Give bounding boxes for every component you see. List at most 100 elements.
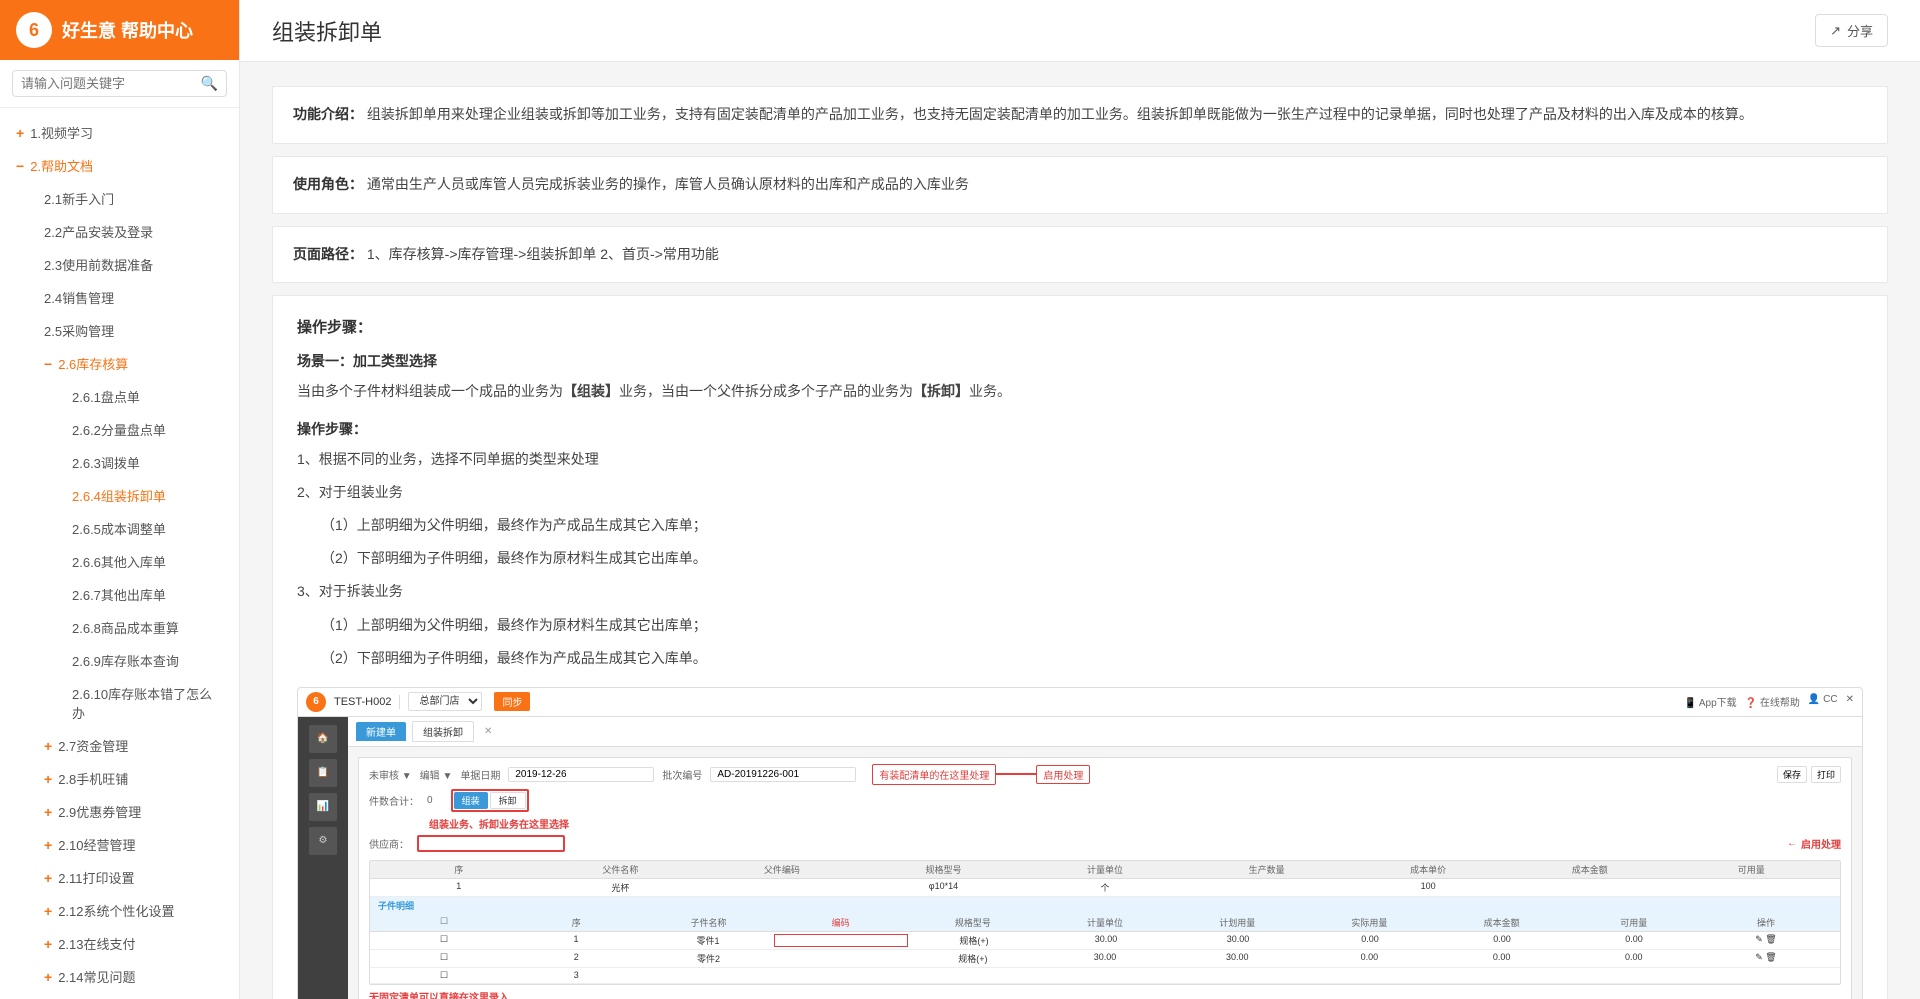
- expand-icon: +: [44, 870, 52, 886]
- assembly-keyword: 【组装】: [563, 383, 619, 399]
- collapse-icon: −: [44, 356, 52, 372]
- sidebar-item-print[interactable]: + 2.11打印设置: [28, 861, 239, 894]
- ss-date-input[interactable]: [508, 767, 654, 782]
- sidebar-item-other-in[interactable]: 2.6.6其他入库单: [56, 545, 239, 578]
- annotation3-group: 组装业务、拆卸业务在这里选择: [429, 816, 1841, 831]
- intro-block: 功能介绍： 组装拆卸单用来处理企业组装或拆卸等加工业务，支持有固定装配清单的产品…: [272, 86, 1888, 144]
- share-icon: ↗: [1830, 23, 1841, 39]
- ss-close-icon[interactable]: ✕: [1846, 694, 1854, 709]
- sub-table-row-1: ☐ 1 零件1 规格(+) 30.00 30.00 0.00: [370, 932, 1840, 950]
- sidebar-item-label: 2.4销售管理: [44, 288, 114, 307]
- sidebar-item-label: 2.6库存核算: [58, 354, 128, 373]
- sidebar-item-assembly[interactable]: 2.6.4组装拆卸单: [56, 479, 239, 512]
- sidebar-item-inventory[interactable]: − 2.6库存核算: [28, 347, 239, 380]
- expand-icon: +: [44, 738, 52, 754]
- ss-sub-col-actual: 实际用量: [1303, 916, 1435, 929]
- nav-sub-2: 2.1新手入门 2.2产品安装及登录 2.3使用前数据准备 2.4销售管理 2.…: [0, 182, 239, 999]
- sidebar-item-label: 2.7资金管理: [58, 736, 128, 755]
- ss-save-btn[interactable]: 保存: [1777, 766, 1807, 783]
- ss-batch-input[interactable]: [710, 767, 856, 782]
- ss-icons: 📱 App下载 ❓ 在线帮助 👤 CC ✕: [1684, 694, 1854, 709]
- disassembly-keyword: 【拆卸】: [913, 383, 969, 399]
- ss-gear-icon: ⚙: [309, 827, 337, 855]
- main-header: 组装拆卸单 ↗ 分享: [240, 0, 1920, 62]
- sidebar-item-cost-recalc[interactable]: 2.6.8商品成本重算: [56, 611, 239, 644]
- scene-desc: 当由多个子件材料组装成一个成品的业务为【组装】业务，当由一个父件拆分成多个子产品…: [297, 379, 1863, 404]
- sidebar-item-label: 2.14常见问题: [58, 967, 135, 986]
- sidebar-item-other-out[interactable]: 2.6.7其他出库单: [56, 578, 239, 611]
- ss-app-icon: 📱 App下载: [1684, 694, 1736, 709]
- sidebar-item-inventory-fix[interactable]: 2.6.10库存账本错了怎么办: [56, 677, 239, 729]
- search-input[interactable]: [21, 76, 201, 91]
- sidebar-item-mobile[interactable]: + 2.8手机旺铺: [28, 762, 239, 795]
- ss-cell-cost-price: 100: [1347, 881, 1509, 894]
- ss-cell-cost-amount: [1509, 881, 1671, 894]
- sidebar-item-install[interactable]: 2.2产品安装及登录: [28, 215, 239, 248]
- ss-sub-table-label: 子件明细: [370, 897, 1840, 914]
- ss-assembly-type-btn[interactable]: 组装: [454, 792, 488, 809]
- sub-table-row-2: ☐ 2 零件2 规格(+) 30.00 30.00 0.00: [370, 950, 1840, 968]
- ss-sub-col-avail: 可用量: [1568, 916, 1700, 929]
- sidebar-item-label: 2.帮助文档: [30, 156, 93, 175]
- ss-cell-spec: φ10*14: [863, 881, 1025, 894]
- sub-table-row-3: ☐ 3: [370, 968, 1840, 984]
- sidebar-item-faq[interactable]: + 2.14常见问题: [28, 960, 239, 993]
- search-wrap[interactable]: 🔍: [12, 70, 227, 97]
- sidebar-item-partial-stocktake[interactable]: 2.6.2分量盘点单: [56, 413, 239, 446]
- ss-list-icon: 📋: [309, 759, 337, 787]
- ss-tab-assembly[interactable]: 组装拆卸: [412, 721, 474, 742]
- ss-sub-col-code: 编码: [775, 916, 907, 929]
- sidebar-item-newbie[interactable]: 2.1新手入门: [28, 182, 239, 215]
- sidebar-item-label: 2.6.6其他入库单: [72, 552, 166, 571]
- ss-form-row-1: 未审核 ▼ 编辑 ▼ 单据日期 批次编号 有装配清单的在这里处理: [369, 764, 1841, 785]
- ss-cell-code: [701, 881, 863, 894]
- sidebar-item-operations[interactable]: + 2.10经营管理: [28, 828, 239, 861]
- sidebar-item-help-docs[interactable]: − 2.帮助文档: [0, 149, 239, 182]
- ss-type-selector: 组装 拆卸: [451, 789, 529, 812]
- sidebar-item-video-learning[interactable]: + 1.视频学习: [0, 116, 239, 149]
- ss-tab-new[interactable]: 新建单: [356, 722, 406, 741]
- sidebar-item-coupon[interactable]: + 2.9优惠券管理: [28, 795, 239, 828]
- sidebar-item-cases[interactable]: + 2.15操作案例: [28, 993, 239, 999]
- step2-sub1: （1）上部明细为父件明细，最终作为产成品生成其它入库单；: [321, 513, 1863, 538]
- ss-user-icon: 👤 CC: [1808, 694, 1838, 709]
- annotation5-group: 无固定清单可以直接在这里录入: [369, 989, 1841, 999]
- sidebar-item-online-pay[interactable]: + 2.13在线支付: [28, 927, 239, 960]
- ss-select-branch[interactable]: 总部门店: [408, 692, 482, 711]
- sidebar-item-stocktake[interactable]: 2.6.1盘点单: [56, 380, 239, 413]
- path-text: 1、库存核算->库存管理->组装拆卸单 2、首页->常用功能: [367, 246, 719, 262]
- table-row: 1 光杯 φ10*14 个 100: [370, 879, 1840, 897]
- sidebar-item-settings[interactable]: + 2.12系统个性化设置: [28, 894, 239, 927]
- sidebar-item-purchase[interactable]: 2.5采购管理: [28, 314, 239, 347]
- ss-disassembly-type-btn[interactable]: 拆卸: [490, 792, 526, 809]
- ss-print-btn[interactable]: 打印: [1811, 766, 1841, 783]
- main-area: 组装拆卸单 ↗ 分享 功能介绍： 组装拆卸单用来处理企业组装或拆卸等加工业务，支…: [240, 0, 1920, 999]
- sidebar-item-sales[interactable]: 2.4销售管理: [28, 281, 239, 314]
- ss-tab-close[interactable]: ✕: [484, 726, 492, 737]
- ss-body: 🏠 📋 📊 ⚙ 新建单 组装拆卸 ✕: [298, 717, 1862, 999]
- ss-topbar: 6 TEST-H002 总部门店 同步 📱 App下载 ❓ 在线帮助 👤 CC: [298, 688, 1862, 717]
- share-button[interactable]: ↗ 分享: [1815, 14, 1888, 47]
- sidebar-item-label: 2.10经营管理: [58, 835, 135, 854]
- sidebar-item-finance[interactable]: + 2.7资金管理: [28, 729, 239, 762]
- role-block: 使用角色： 通常由生产人员或库管人员完成拆装业务的操作，库管人员确认原材料的出库…: [272, 156, 1888, 214]
- sidebar-header: 6 好生意 帮助中心: [0, 0, 239, 60]
- ss-new-btn[interactable]: 同步: [494, 692, 530, 711]
- sidebar-item-inventory-query[interactable]: 2.6.9库存账本查询: [56, 644, 239, 677]
- sidebar-item-data-prep[interactable]: 2.3使用前数据准备: [28, 248, 239, 281]
- ss-supplier-input[interactable]: [417, 835, 565, 852]
- ss-cell-avail: [1671, 881, 1833, 894]
- ss-date-label: 单据日期: [460, 767, 500, 782]
- sidebar-item-cost-adjust[interactable]: 2.6.5成本调整单: [56, 512, 239, 545]
- sidebar-item-transfer[interactable]: 2.6.3调拨单: [56, 446, 239, 479]
- fake-screenshot: 6 TEST-H002 总部门店 同步 📱 App下载 ❓ 在线帮助 👤 CC: [298, 688, 1862, 999]
- annotation1-group: 有装配清单的在这里处理 启用处理: [872, 764, 1090, 785]
- sidebar-item-label: 2.6.2分量盘点单: [72, 420, 166, 439]
- scene-title: 场景一：加工类型选择: [297, 351, 1863, 371]
- ss-col-parent-code: 父件编码: [701, 863, 863, 876]
- sidebar-item-label: 2.12系统个性化设置: [58, 901, 174, 920]
- nav-tree: + 1.视频学习 − 2.帮助文档 2.1新手入门 2.2产品安装及登录 2.3…: [0, 108, 239, 999]
- ss-form-wrapper: 未审核 ▼ 编辑 ▼ 单据日期 批次编号 有装配清单的在这里处理: [348, 747, 1862, 999]
- ss-edit-label: 编辑 ▼: [420, 767, 453, 782]
- ss-main-content: 新建单 组装拆卸 ✕ 未审核 ▼ 编辑 ▼: [348, 717, 1862, 999]
